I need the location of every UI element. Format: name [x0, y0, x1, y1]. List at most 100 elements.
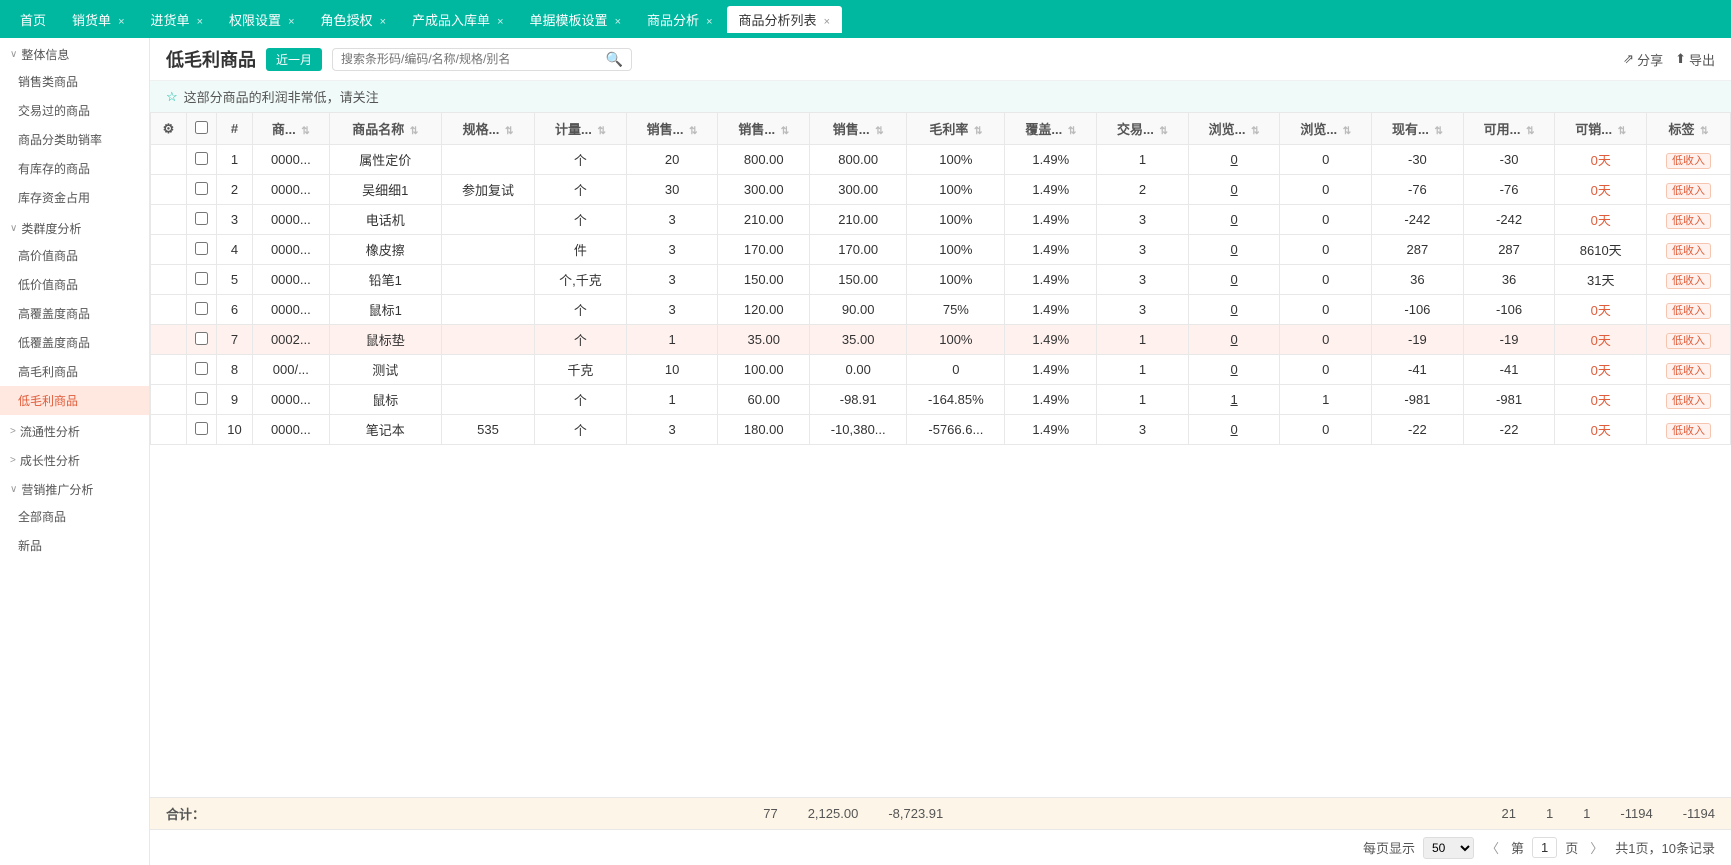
nav-item-销货单[interactable]: 销货单 ×	[60, 6, 137, 33]
cell-settings[interactable]	[151, 385, 187, 415]
th-sales-price[interactable]: 销售... ⇅	[718, 113, 810, 145]
nav-item-商品分析[interactable]: 商品分析 ×	[635, 6, 725, 33]
sidebar-item-全部商品[interactable]: 全部商品	[0, 502, 149, 531]
cell-settings[interactable]	[151, 325, 187, 355]
search-icon[interactable]: 🔍	[606, 51, 623, 68]
row-checkbox[interactable]	[195, 272, 208, 285]
row-checkbox[interactable]	[195, 182, 208, 195]
th-browse2[interactable]: 浏览... ⇅	[1280, 113, 1372, 145]
sidebar-item-交易过的商品[interactable]: 交易过的商品	[0, 96, 149, 125]
browse1-link[interactable]: 0	[1230, 422, 1237, 437]
export-button[interactable]: ⬆ 导出	[1675, 50, 1715, 69]
cell-checkbox[interactable]	[187, 385, 217, 415]
cell-settings[interactable]	[151, 295, 187, 325]
nav-item-单据模板设置[interactable]: 单据模板设置 ×	[518, 6, 634, 33]
nav-close-icon[interactable]: ×	[115, 16, 124, 28]
search-input[interactable]	[341, 52, 606, 66]
th-gross-margin[interactable]: 毛利率 ⇅	[907, 113, 1005, 145]
nav-close-icon[interactable]: ×	[703, 16, 712, 28]
th-transaction[interactable]: 交易... ⇅	[1097, 113, 1189, 145]
cell-settings[interactable]	[151, 355, 187, 385]
sidebar-item-高价值商品[interactable]: 高价值商品	[0, 241, 149, 270]
sidebar-item-库存资金占用[interactable]: 库存资金占用	[0, 183, 149, 212]
th-sales-qty[interactable]: 销售... ⇅	[626, 113, 718, 145]
sidebar-group-类群度分析[interactable]: ∨ 类群度分析	[0, 212, 149, 241]
cell-checkbox[interactable]	[187, 145, 217, 175]
browse1-link[interactable]: 1	[1230, 392, 1237, 407]
cell-checkbox[interactable]	[187, 355, 217, 385]
nav-close-icon[interactable]: ×	[194, 16, 203, 28]
th-coverage[interactable]: 覆盖... ⇅	[1005, 113, 1097, 145]
nav-close-icon[interactable]: ×	[612, 16, 621, 28]
sidebar-group-流通性分析[interactable]: > 流通性分析	[0, 415, 149, 444]
nav-item-权限设置[interactable]: 权限设置 ×	[217, 6, 307, 33]
th-sellable-days[interactable]: 可销... ⇅	[1555, 113, 1647, 145]
share-button[interactable]: ⇗ 分享	[1623, 50, 1663, 69]
th-settings[interactable]: ⚙	[151, 113, 187, 145]
cell-settings[interactable]	[151, 265, 187, 295]
th-unit[interactable]: 计量... ⇅	[535, 113, 627, 145]
nav-item-首页[interactable]: 首页	[8, 6, 58, 33]
th-sales-profit[interactable]: 销售... ⇅	[810, 113, 907, 145]
cell-settings[interactable]	[151, 205, 187, 235]
nav-close-icon[interactable]: ×	[494, 16, 503, 28]
sidebar-item-高覆盖度商品[interactable]: 高覆盖度商品	[0, 299, 149, 328]
cell-settings[interactable]	[151, 175, 187, 205]
row-checkbox[interactable]	[195, 392, 208, 405]
sidebar-item-低毛利商品[interactable]: 低毛利商品	[0, 386, 149, 415]
browse1-link[interactable]: 0	[1230, 212, 1237, 227]
row-checkbox[interactable]	[195, 422, 208, 435]
browse1-link[interactable]: 0	[1230, 182, 1237, 197]
row-checkbox[interactable]	[195, 302, 208, 315]
browse1-link[interactable]: 0	[1230, 242, 1237, 257]
sidebar-item-低覆盖度商品[interactable]: 低覆盖度商品	[0, 328, 149, 357]
th-tag[interactable]: 标签 ⇅	[1647, 113, 1731, 145]
sidebar-group-整体信息[interactable]: ∨ 整体信息	[0, 38, 149, 67]
cell-settings[interactable]	[151, 415, 187, 445]
th-current-stock[interactable]: 现有... ⇅	[1372, 113, 1464, 145]
th-available-stock[interactable]: 可用... ⇅	[1463, 113, 1555, 145]
th-code[interactable]: 商... ⇅	[253, 113, 330, 145]
th-browse1[interactable]: 浏览... ⇅	[1188, 113, 1280, 145]
browse1-link[interactable]: 0	[1230, 272, 1237, 287]
period-button[interactable]: 近一月	[266, 48, 322, 71]
nav-item-商品分析列表[interactable]: 商品分析列表 ×	[727, 6, 843, 33]
next-page-button[interactable]: 〉	[1586, 836, 1607, 859]
browse1-link[interactable]: 0	[1230, 332, 1237, 347]
th-checkbox[interactable]	[187, 113, 217, 145]
cell-checkbox[interactable]	[187, 265, 217, 295]
nav-close-icon[interactable]: ×	[285, 16, 294, 28]
sidebar-item-新品[interactable]: 新品	[0, 531, 149, 560]
row-checkbox[interactable]	[195, 242, 208, 255]
cell-checkbox[interactable]	[187, 415, 217, 445]
cell-checkbox[interactable]	[187, 175, 217, 205]
cell-checkbox[interactable]	[187, 205, 217, 235]
nav-close-icon[interactable]: ×	[377, 16, 386, 28]
prev-page-button[interactable]: 〈	[1482, 836, 1503, 859]
cell-checkbox[interactable]	[187, 325, 217, 355]
sidebar-item-销售类商品[interactable]: 销售类商品	[0, 67, 149, 96]
cell-checkbox[interactable]	[187, 235, 217, 265]
browse1-link[interactable]: 0	[1230, 152, 1237, 167]
th-spec[interactable]: 规格... ⇅	[441, 113, 534, 145]
row-checkbox[interactable]	[195, 362, 208, 375]
sidebar-item-有库存的商品[interactable]: 有库存的商品	[0, 154, 149, 183]
select-all-checkbox[interactable]	[195, 121, 208, 134]
sidebar-item-低价值商品[interactable]: 低价值商品	[0, 270, 149, 299]
browse1-link[interactable]: 0	[1230, 302, 1237, 317]
nav-close-icon[interactable]: ×	[821, 16, 830, 28]
sidebar-item-商品分类助销率[interactable]: 商品分类助销率	[0, 125, 149, 154]
cell-settings[interactable]	[151, 235, 187, 265]
browse1-link[interactable]: 0	[1230, 362, 1237, 377]
per-page-select[interactable]: 50 100 200	[1423, 837, 1474, 859]
cell-checkbox[interactable]	[187, 295, 217, 325]
sidebar-group-营销推广分析[interactable]: ∨ 营销推广分析	[0, 473, 149, 502]
cell-settings[interactable]	[151, 145, 187, 175]
th-name[interactable]: 商品名称 ⇅	[329, 113, 441, 145]
row-checkbox[interactable]	[195, 152, 208, 165]
row-checkbox[interactable]	[195, 332, 208, 345]
nav-item-角色授权[interactable]: 角色授权 ×	[309, 6, 399, 33]
nav-item-产成品入库单[interactable]: 产成品入库单 ×	[400, 6, 516, 33]
row-checkbox[interactable]	[195, 212, 208, 225]
nav-item-进货单[interactable]: 进货单 ×	[139, 6, 216, 33]
